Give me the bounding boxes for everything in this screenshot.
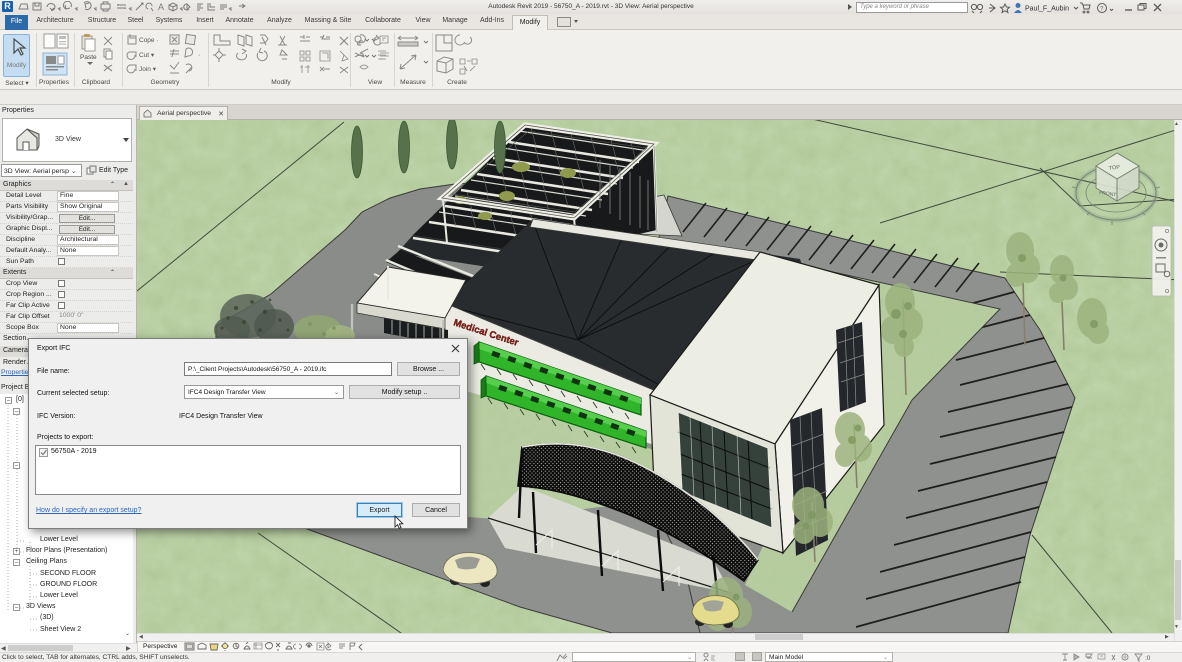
svg-text:Cope ·: Cope · <box>139 37 159 44</box>
svg-text:Paste: Paste <box>80 54 97 61</box>
svg-text:Paul_F_Aubin: Paul_F_Aubin <box>1025 6 1069 13</box>
svg-text:·: · <box>198 52 200 59</box>
svg-text::0: :0 <box>1145 655 1151 662</box>
svg-text:?: ? <box>1100 7 1104 13</box>
svg-text:Cut ▾: Cut ▾ <box>139 52 155 59</box>
svg-text:Join ▾: Join ▾ <box>139 66 157 73</box>
